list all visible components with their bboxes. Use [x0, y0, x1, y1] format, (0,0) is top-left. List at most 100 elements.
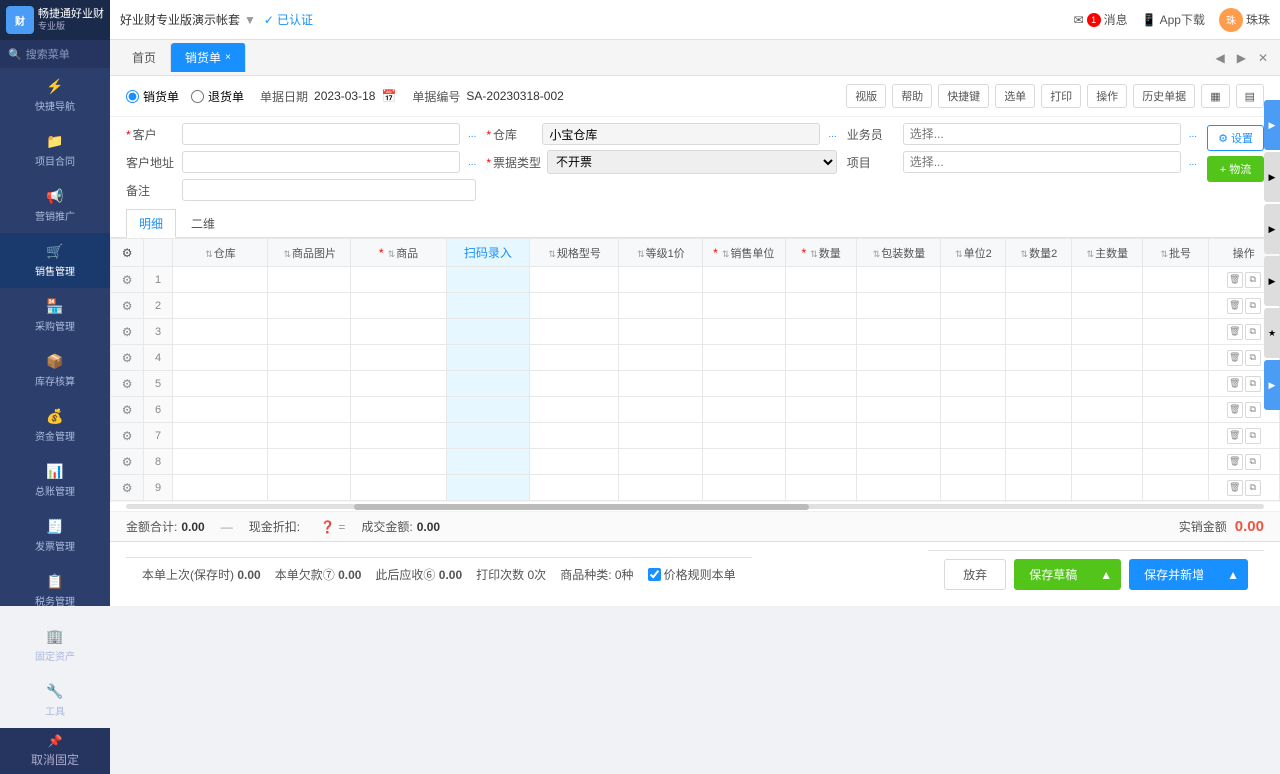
sidebar-item-tools[interactable]: 🔧 工具: [0, 673, 110, 728]
cell-product-img[interactable]: [268, 345, 351, 371]
tab-detail[interactable]: 明细: [126, 209, 176, 238]
cell-batch-import[interactable]: [446, 371, 529, 397]
sidebar-item-funds[interactable]: 💰 资金管理: [0, 398, 110, 453]
cell-price1[interactable]: [619, 293, 702, 319]
customer-ellipsis[interactable]: ...: [468, 129, 476, 140]
user-btn[interactable]: 珠 珠珠: [1219, 8, 1270, 32]
cell-warehouse[interactable]: [172, 319, 267, 345]
cell-main-qty[interactable]: [1071, 423, 1142, 449]
cell-batch-import[interactable]: [446, 319, 529, 345]
cell-qty[interactable]: [785, 319, 856, 345]
cell-qty[interactable]: [785, 371, 856, 397]
copy-row-btn[interactable]: ⧉: [1245, 350, 1261, 366]
tab-close-btn[interactable]: ×: [225, 52, 231, 63]
cell-qty[interactable]: [785, 475, 856, 501]
calendar-icon[interactable]: 📅: [381, 89, 396, 103]
cell-qty[interactable]: [785, 345, 856, 371]
cell-product[interactable]: [351, 293, 446, 319]
cell-sales-unit[interactable]: [702, 345, 785, 371]
cancel-pin-btn[interactable]: 📌 取消固定: [0, 728, 110, 774]
cell-batch[interactable]: [1143, 345, 1208, 371]
cell-pack-qty[interactable]: [857, 267, 940, 293]
delete-row-btn[interactable]: 🗑: [1227, 402, 1243, 418]
cell-unit2[interactable]: [940, 449, 1005, 475]
cell-qty[interactable]: [785, 397, 856, 423]
cell-sales-unit[interactable]: [702, 397, 785, 423]
table-scroll-area[interactable]: ⚙ ⇅仓库 ⇅商品图片 * ⇅商品: [110, 238, 1280, 502]
cell-price1[interactable]: [619, 371, 702, 397]
cell-sales-unit[interactable]: [702, 371, 785, 397]
table-row[interactable]: ⚙ 5 🗑 ⧉: [111, 371, 1280, 397]
col-batch[interactable]: ⇅批号: [1143, 239, 1208, 267]
cell-warehouse[interactable]: [172, 345, 267, 371]
price-rule-check[interactable]: [648, 568, 661, 581]
scrollbar-indicator[interactable]: [126, 504, 1264, 509]
cell-spec[interactable]: [529, 475, 618, 501]
setting-btn[interactable]: ⚙ 设置: [1207, 125, 1264, 151]
invoice-select[interactable]: 不开票 普通发票 专用发票: [547, 150, 837, 174]
cell-sales-unit[interactable]: [702, 449, 785, 475]
cell-product[interactable]: [351, 449, 446, 475]
cell-unit2[interactable]: [940, 345, 1005, 371]
cell-warehouse[interactable]: [172, 475, 267, 501]
cell-price1[interactable]: [619, 397, 702, 423]
sidebar-item-account[interactable]: 📊 总账管理: [0, 453, 110, 508]
sidebar-item-marketing[interactable]: 📢 营销推广: [0, 178, 110, 233]
row-gear-icon[interactable]: ⚙: [122, 481, 133, 495]
cell-batch[interactable]: [1143, 397, 1208, 423]
sale-order-radio[interactable]: 销货单: [126, 88, 179, 105]
cell-qty[interactable]: [785, 267, 856, 293]
cell-warehouse[interactable]: [172, 371, 267, 397]
col-sales-unit[interactable]: * ⇅销售单位: [702, 239, 785, 267]
copy-row-btn[interactable]: ⧉: [1245, 324, 1261, 340]
col-qty2[interactable]: ⇅数量2: [1006, 239, 1071, 267]
cell-price1[interactable]: [619, 319, 702, 345]
cell-product-img[interactable]: [268, 423, 351, 449]
delete-row-btn[interactable]: 🗑: [1227, 428, 1243, 444]
print-btn[interactable]: 打印: [1041, 84, 1081, 108]
cell-qty2[interactable]: [1006, 267, 1071, 293]
cell-product[interactable]: [351, 371, 446, 397]
cell-spec[interactable]: [529, 293, 618, 319]
row-gear-icon[interactable]: ⚙: [122, 403, 133, 417]
copy-row-btn[interactable]: ⧉: [1245, 454, 1261, 470]
select-btn[interactable]: 选单: [995, 84, 1035, 108]
warehouse-ellipsis[interactable]: ...: [828, 129, 836, 140]
col-unit2[interactable]: ⇅单位2: [940, 239, 1005, 267]
cell-main-qty[interactable]: [1071, 345, 1142, 371]
cell-unit2[interactable]: [940, 293, 1005, 319]
address-input[interactable]: [182, 151, 460, 173]
col-batch-import[interactable]: 扫码录入: [446, 239, 529, 267]
cell-unit2[interactable]: [940, 319, 1005, 345]
cell-product[interactable]: [351, 319, 446, 345]
cell-price1[interactable]: [619, 449, 702, 475]
cell-spec[interactable]: [529, 397, 618, 423]
cell-qty2[interactable]: [1006, 423, 1071, 449]
sidebar-item-assets[interactable]: 🏢 固定资产: [0, 618, 110, 673]
cell-batch-import[interactable]: [446, 423, 529, 449]
sidebar-item-quick-nav[interactable]: ⚡ 快捷导航: [0, 68, 110, 123]
cell-price1[interactable]: [619, 423, 702, 449]
cell-unit2[interactable]: [940, 423, 1005, 449]
row-gear-icon[interactable]: ⚙: [122, 299, 133, 313]
address-ellipsis[interactable]: ...: [468, 157, 476, 168]
copy-row-btn[interactable]: ⧉: [1245, 298, 1261, 314]
float-btn-2[interactable]: ▶: [1264, 152, 1280, 202]
cell-qty2[interactable]: [1006, 449, 1071, 475]
cell-main-qty[interactable]: [1071, 267, 1142, 293]
table-row[interactable]: ⚙ 3 🗑 ⧉: [111, 319, 1280, 345]
cell-price1[interactable]: [619, 267, 702, 293]
cell-batch-import[interactable]: [446, 293, 529, 319]
cell-batch[interactable]: [1143, 267, 1208, 293]
col-spec[interactable]: ⇅规格型号: [529, 239, 618, 267]
cell-pack-qty[interactable]: [857, 293, 940, 319]
cell-product[interactable]: [351, 397, 446, 423]
cell-batch[interactable]: [1143, 449, 1208, 475]
question-icon[interactable]: ❓: [320, 520, 335, 534]
cell-spec[interactable]: [529, 449, 618, 475]
cell-unit2[interactable]: [940, 475, 1005, 501]
cell-batch-import[interactable]: [446, 345, 529, 371]
cell-product[interactable]: [351, 267, 446, 293]
cell-qty2[interactable]: [1006, 345, 1071, 371]
cell-main-qty[interactable]: [1071, 397, 1142, 423]
